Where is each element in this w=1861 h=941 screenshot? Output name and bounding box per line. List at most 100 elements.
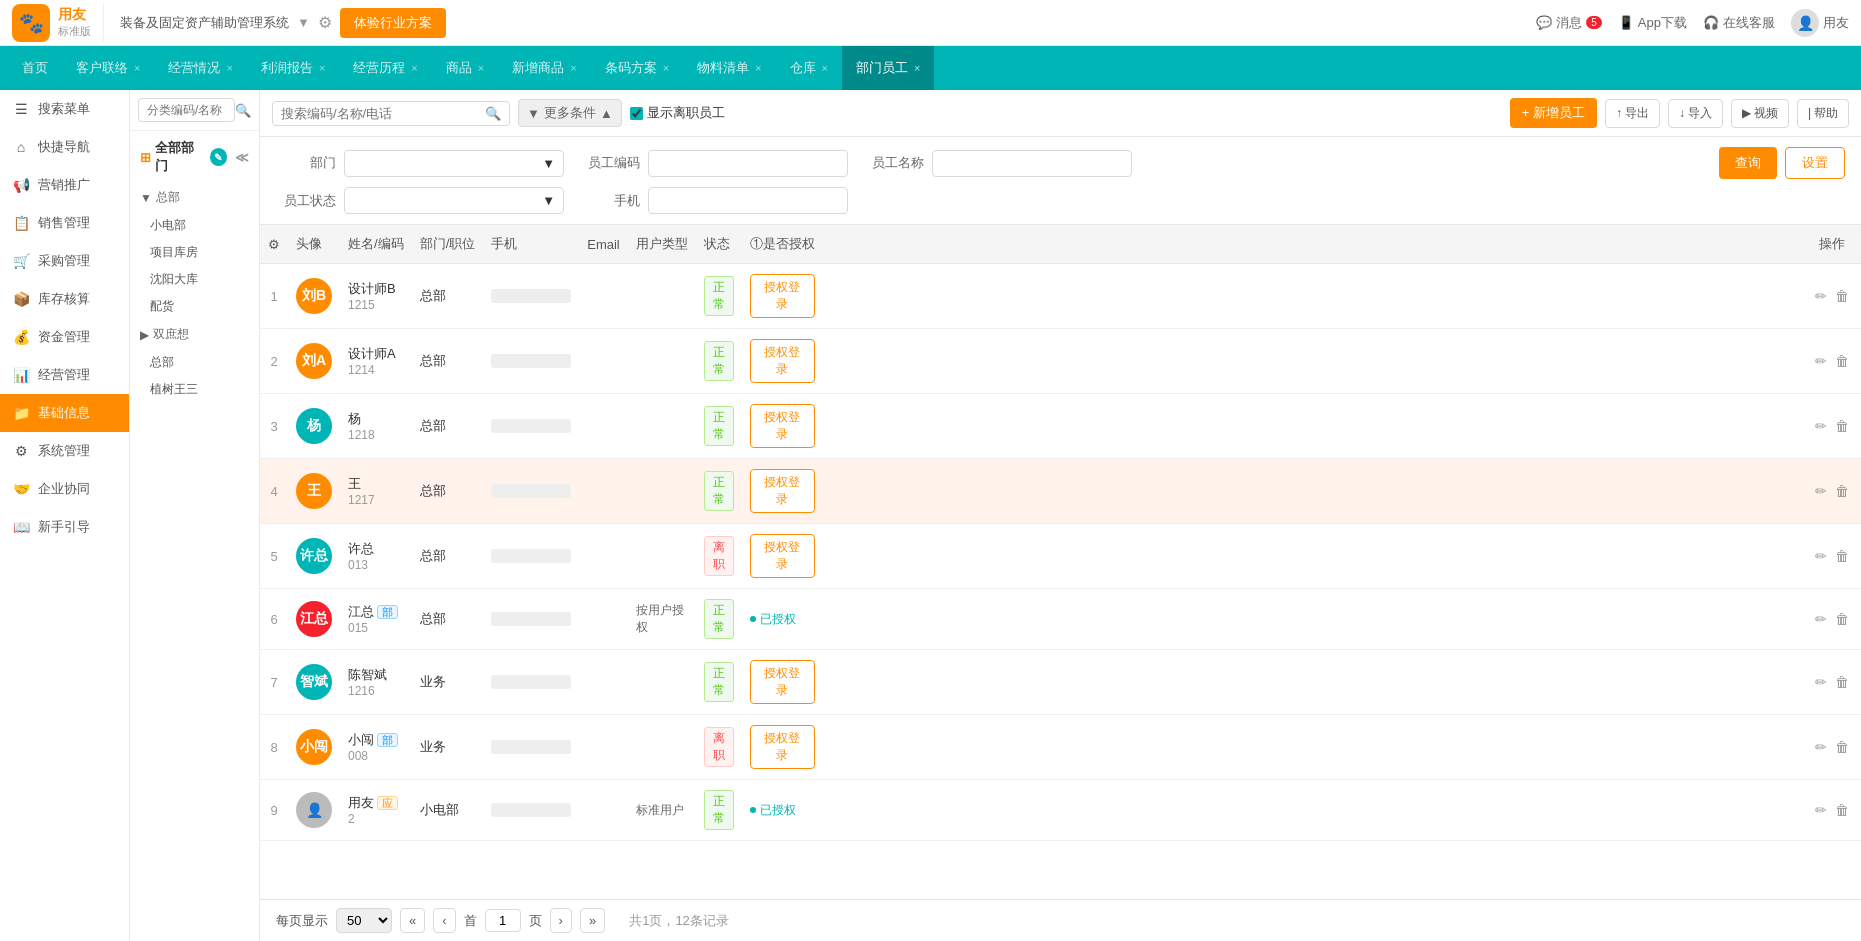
close-tab-history[interactable]: × [411, 62, 417, 74]
dept-collapse-icon[interactable]: ≪ [235, 150, 249, 165]
nav-item-guide[interactable]: 📖 新手引导 [0, 508, 129, 546]
show-left-label[interactable]: 显示离职员工 [630, 104, 725, 122]
dept-shenyang[interactable]: 沈阳大库 [130, 266, 259, 293]
dept-shuangxiang[interactable]: ▶ 双庶想 [130, 320, 259, 349]
nav-item-quick[interactable]: ⌂ 快捷导航 [0, 128, 129, 166]
nav-item-cooperation[interactable]: 🤝 企业协同 [0, 470, 129, 508]
nav-item-marketing[interactable]: 📢 营销推广 [0, 166, 129, 204]
app-download-btn[interactable]: 📱 App下载 [1618, 14, 1687, 32]
user-btn[interactable]: 👤 用友 [1791, 9, 1849, 37]
delete-icon-1[interactable]: 🗑 [1835, 353, 1849, 369]
close-tab-barcode[interactable]: × [663, 62, 669, 74]
close-tab-profit[interactable]: × [319, 62, 325, 74]
edit-icon-6[interactable]: ✏ [1815, 674, 1827, 690]
tab-profit[interactable]: 利润报告 × [247, 46, 339, 90]
more-filter-btn[interactable]: ▼ 更多条件 ▲ [518, 99, 622, 127]
dept-search-input[interactable] [138, 98, 235, 122]
auth-btn-1[interactable]: 授权登录 [750, 339, 815, 383]
export-btn[interactable]: ↑ 导出 [1605, 99, 1660, 128]
table-row[interactable]: 3 杨 杨 1218 总部 正常 授权登录 ✏ 🗑 [260, 394, 1861, 459]
col-name[interactable]: 姓名/编码 [340, 225, 412, 264]
tab-customer[interactable]: 客户联络 × [62, 46, 154, 90]
col-phone[interactable]: 手机 [483, 225, 579, 264]
col-settings[interactable]: ⚙ [260, 225, 288, 264]
nav-item-basic[interactable]: 📁 基础信息 [0, 394, 129, 432]
nav-item-operation[interactable]: 📊 经营管理 [0, 356, 129, 394]
set-btn[interactable]: 设置 [1785, 147, 1845, 179]
auth-btn-2[interactable]: 授权登录 [750, 404, 815, 448]
status-select[interactable]: ▼ [344, 187, 564, 214]
dept-search-icon[interactable]: 🔍 [235, 103, 251, 118]
delete-icon-6[interactable]: 🗑 [1835, 674, 1849, 690]
close-tab-department[interactable]: × [914, 62, 920, 74]
emp-code-input[interactable] [648, 150, 848, 177]
help-btn[interactable]: | 帮助 [1797, 99, 1849, 128]
table-row[interactable]: 1 刘B 设计师B 1215 总部 正常 授权登录 ✏ 🗑 [260, 264, 1861, 329]
auth-btn-4[interactable]: 授权登录 [750, 534, 815, 578]
nav-item-finance[interactable]: 💰 资金管理 [0, 318, 129, 356]
nav-item-sales[interactable]: 📋 销售管理 [0, 204, 129, 242]
message-btn[interactable]: 💬 消息 5 [1536, 14, 1602, 32]
nav-item-search[interactable]: ☰ 搜索菜单 [0, 90, 129, 128]
view-btn[interactable]: ▶ 视频 [1731, 99, 1789, 128]
edit-icon-3[interactable]: ✏ [1815, 483, 1827, 499]
edit-icon-4[interactable]: ✏ [1815, 548, 1827, 564]
table-row[interactable]: 9 👤 用友应 2 小电部 标准用户 正常 已授权 ✏ 🗑 [260, 780, 1861, 841]
tab-department[interactable]: 部门员工 × [842, 46, 934, 90]
close-tab-operation[interactable]: × [226, 62, 232, 74]
nav-item-purchase[interactable]: 🛒 采购管理 [0, 242, 129, 280]
nav-item-system[interactable]: ⚙ 系统管理 [0, 432, 129, 470]
last-page-btn[interactable]: » [580, 908, 605, 933]
delete-icon-0[interactable]: 🗑 [1835, 288, 1849, 304]
tab-warehouse[interactable]: 仓库 × [776, 46, 842, 90]
table-row[interactable]: 2 刘A 设计师A 1214 总部 正常 授权登录 ✏ 🗑 [260, 329, 1861, 394]
dept-select[interactable]: ▼ [344, 150, 564, 177]
edit-icon-0[interactable]: ✏ [1815, 288, 1827, 304]
tab-home[interactable]: 首页 [8, 46, 62, 90]
per-page-select[interactable]: 50 100 200 [336, 908, 392, 933]
auth-btn-3[interactable]: 授权登录 [750, 469, 815, 513]
dept-zongbu2[interactable]: 总部 [130, 349, 259, 376]
tab-add-product[interactable]: 新增商品 × [498, 46, 590, 90]
dept-xiangmu[interactable]: 项目库房 [130, 239, 259, 266]
tab-operation[interactable]: 经营情况 × [154, 46, 246, 90]
delete-icon-8[interactable]: 🗑 [1835, 802, 1849, 818]
query-btn[interactable]: 查询 [1719, 147, 1777, 179]
close-tab-customer[interactable]: × [134, 62, 140, 74]
tab-product[interactable]: 商品 × [432, 46, 498, 90]
trial-btn[interactable]: 体验行业方案 [340, 8, 446, 38]
show-left-checkbox[interactable] [630, 107, 643, 120]
search-icon[interactable]: 🔍 [485, 106, 501, 121]
close-tab-warehouse[interactable]: × [822, 62, 828, 74]
table-row[interactable]: 5 许总 许总 013 总部 离职 授权登录 ✏ 🗑 [260, 524, 1861, 589]
auth-btn-7[interactable]: 授权登录 [750, 725, 815, 769]
delete-icon-4[interactable]: 🗑 [1835, 548, 1849, 564]
dept-zhishu[interactable]: 植树王三 [130, 376, 259, 403]
search-input[interactable] [281, 106, 481, 121]
table-row[interactable]: 6 江总 江总部 015 总部 按用户授权 正常 已授权 ✏ 🗑 [260, 589, 1861, 650]
close-tab-bom[interactable]: × [755, 62, 761, 74]
dept-edit-icon[interactable]: ✎ [210, 148, 227, 166]
delete-icon-5[interactable]: 🗑 [1835, 611, 1849, 627]
dept-peihuo[interactable]: 配货 [130, 293, 259, 320]
edit-icon-7[interactable]: ✏ [1815, 739, 1827, 755]
import-btn[interactable]: ↓ 导入 [1668, 99, 1723, 128]
first-page-btn[interactable]: « [400, 908, 425, 933]
edit-icon-1[interactable]: ✏ [1815, 353, 1827, 369]
phone-input[interactable] [648, 187, 848, 214]
col-dept[interactable]: 部门/职位 [412, 225, 484, 264]
dropdown-arrow[interactable]: ▼ [297, 15, 310, 30]
online-service-btn[interactable]: 🎧 在线客服 [1703, 14, 1775, 32]
emp-name-input[interactable] [932, 150, 1132, 177]
page-number-input[interactable] [485, 909, 521, 932]
dept-zongbu[interactable]: ▼ 总部 [130, 183, 259, 212]
edit-icon-2[interactable]: ✏ [1815, 418, 1827, 434]
tab-barcode[interactable]: 条码方案 × [591, 46, 683, 90]
auth-btn-6[interactable]: 授权登录 [750, 660, 815, 704]
delete-icon-2[interactable]: 🗑 [1835, 418, 1849, 434]
table-row[interactable]: 8 小闯 小闯部 008 业务 离职 授权登录 ✏ 🗑 [260, 715, 1861, 780]
prev-page-btn[interactable]: ‹ [433, 908, 455, 933]
delete-icon-7[interactable]: 🗑 [1835, 739, 1849, 755]
settings-icon[interactable]: ⚙ [318, 13, 332, 32]
edit-icon-5[interactable]: ✏ [1815, 611, 1827, 627]
